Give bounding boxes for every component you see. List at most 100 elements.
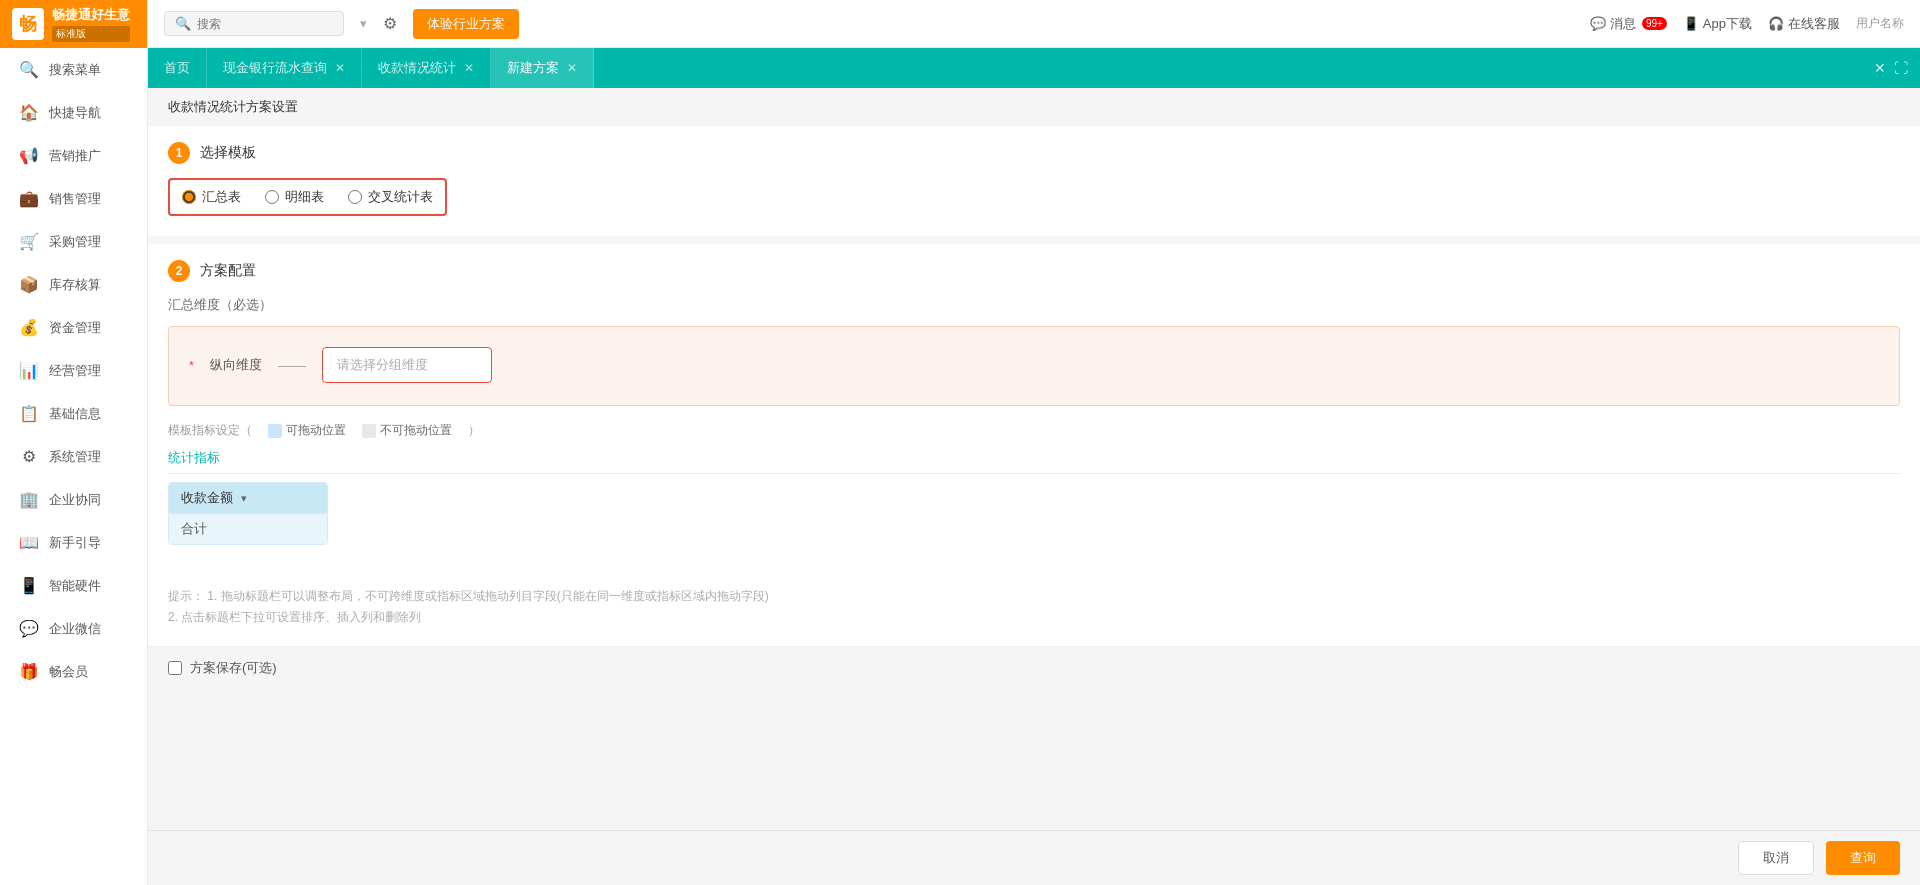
system-icon: ⚙ bbox=[19, 447, 39, 466]
radio-detail[interactable] bbox=[265, 190, 279, 204]
close-window-btn[interactable]: ✕ bbox=[1874, 60, 1886, 76]
breadcrumb: 收款情况统计方案设置 bbox=[148, 88, 1920, 126]
indicator-subtitle: 统计指标 bbox=[168, 449, 1900, 474]
save-option-bar: 方案保存(可选) bbox=[148, 646, 1920, 689]
tab-cashflow-close[interactable]: ✕ bbox=[335, 61, 345, 75]
wechat-icon: 💬 bbox=[19, 619, 39, 638]
sidebar-label-wechat: 企业微信 bbox=[49, 620, 101, 638]
step2-circle: 2 bbox=[168, 260, 190, 282]
collab-icon: 🏢 bbox=[19, 490, 39, 509]
search-input[interactable] bbox=[197, 17, 327, 31]
dimension-row: * 纵向维度 —— 请选择分组维度 bbox=[189, 347, 1879, 383]
username-label: 用户名称 bbox=[1856, 15, 1904, 32]
sales-icon: 💼 bbox=[19, 189, 39, 208]
radio-cross[interactable] bbox=[348, 190, 362, 204]
dimension-area: * 纵向维度 —— 请选择分组维度 bbox=[168, 326, 1900, 406]
window-buttons: ✕ ⛶ bbox=[1862, 60, 1920, 76]
home-icon: 🏠 bbox=[19, 103, 39, 122]
tab-cashflow[interactable]: 现金银行流水查询 ✕ bbox=[207, 48, 362, 88]
industry-btn[interactable]: 体验行业方案 bbox=[413, 9, 519, 39]
notification-btn[interactable]: 💬 消息 99+ bbox=[1590, 15, 1667, 33]
sidebar-label-inventory: 库存核算 bbox=[49, 276, 101, 294]
main-area: 🔍 ▾ ⚙ 体验行业方案 💬 消息 99+ 📱 App下载 🎧 在线客服 用户名… bbox=[148, 0, 1920, 885]
radio-summary[interactable] bbox=[182, 190, 196, 204]
option-summary[interactable]: 汇总表 bbox=[182, 188, 241, 206]
sidebar-label-nav: 快捷导航 bbox=[49, 104, 101, 122]
marketing-icon: 📢 bbox=[19, 146, 39, 165]
settings-button[interactable]: ⚙ bbox=[383, 14, 397, 33]
sidebar-item-collab[interactable]: 🏢 企业协同 bbox=[0, 478, 147, 521]
tips-section: 提示： 1. 拖动标题栏可以调整布局，不可跨维度或指标区域拖动列目字段(只能在同… bbox=[168, 588, 1900, 626]
template-options: 汇总表 明细表 交叉统计表 bbox=[168, 178, 447, 216]
sidebar-item-finance[interactable]: 💰 资金管理 bbox=[0, 306, 147, 349]
indicator-section: 模板指标设定（ 可拖动位置 不可拖动位置 ） 统计指标 收款金额 bbox=[168, 422, 1900, 548]
indicator-table-header[interactable]: 收款金额 ▾ bbox=[169, 483, 327, 513]
query-button[interactable]: 查询 bbox=[1826, 841, 1900, 875]
draggable-color-block bbox=[268, 424, 282, 438]
hardware-icon: 📱 bbox=[19, 576, 39, 595]
sidebar-item-marketing[interactable]: 📢 营销推广 bbox=[0, 134, 147, 177]
chevron-down-icon[interactable]: ▾ bbox=[360, 16, 367, 31]
sidebar-item-member[interactable]: 🎁 畅会员 bbox=[0, 650, 147, 693]
non-draggable-badge: 不可拖动位置 bbox=[362, 422, 452, 439]
draggable-badge: 可拖动位置 bbox=[268, 422, 346, 439]
chevron-down-icon: ▾ bbox=[241, 492, 247, 505]
sidebar-item-basic[interactable]: 📋 基础信息 bbox=[0, 392, 147, 435]
tab-new-plan-close[interactable]: ✕ bbox=[567, 61, 577, 75]
step2-section: 2 方案配置 汇总维度（必选） * 纵向维度 —— 请选择分组维度 bbox=[148, 244, 1920, 646]
notification-badge: 99+ bbox=[1642, 17, 1667, 30]
download-icon: 📱 bbox=[1683, 16, 1699, 31]
tip-line-1: 提示： 1. 拖动标题栏可以调整布局，不可跨维度或指标区域拖动列目字段(只能在同… bbox=[168, 588, 1900, 605]
search-icon: 🔍 bbox=[19, 60, 39, 79]
indicator-config-label: 模板指标设定（ bbox=[168, 422, 252, 439]
sidebar-item-nav[interactable]: 🏠 快捷导航 bbox=[0, 91, 147, 134]
service-btn[interactable]: 🎧 在线客服 bbox=[1768, 15, 1840, 33]
tab-receipt[interactable]: 收款情况统计 ✕ bbox=[362, 48, 491, 88]
sidebar-label-operation: 经营管理 bbox=[49, 362, 101, 380]
basic-icon: 📋 bbox=[19, 404, 39, 423]
download-btn[interactable]: 📱 App下载 bbox=[1683, 15, 1752, 33]
sidebar-item-purchase[interactable]: 🛒 采购管理 bbox=[0, 220, 147, 263]
option-cross[interactable]: 交叉统计表 bbox=[348, 188, 433, 206]
logo-icon: 畅 bbox=[12, 8, 44, 40]
sidebar-label-system: 系统管理 bbox=[49, 448, 101, 466]
sidebar-label-sales: 销售管理 bbox=[49, 190, 101, 208]
tab-receipt-label: 收款情况统计 bbox=[378, 59, 456, 77]
cancel-button[interactable]: 取消 bbox=[1738, 841, 1814, 875]
dimension-input[interactable]: 请选择分组维度 bbox=[322, 347, 492, 383]
sidebar-item-system[interactable]: ⚙ 系统管理 bbox=[0, 435, 147, 478]
tabbar: 首页 现金银行流水查询 ✕ 收款情况统计 ✕ 新建方案 ✕ ✕ ⛶ bbox=[148, 48, 1920, 88]
search-icon-topbar: 🔍 bbox=[175, 16, 191, 31]
indicator-table-cell: 合计 bbox=[169, 513, 327, 544]
arrow-right: —— bbox=[278, 357, 306, 373]
finance-icon: 💰 bbox=[19, 318, 39, 337]
sidebar-label-member: 畅会员 bbox=[49, 663, 88, 681]
sidebar-item-hardware[interactable]: 📱 智能硬件 bbox=[0, 564, 147, 607]
sidebar-item-inventory[interactable]: 📦 库存核算 bbox=[0, 263, 147, 306]
step1-title: 选择模板 bbox=[200, 144, 256, 162]
tab-home[interactable]: 首页 bbox=[148, 48, 207, 88]
step1-label: 1 选择模板 bbox=[168, 142, 1900, 164]
sidebar-item-search[interactable]: 🔍 搜索菜单 bbox=[0, 48, 147, 91]
save-checkbox[interactable] bbox=[168, 661, 182, 675]
sidebar-label-finance: 资金管理 bbox=[49, 319, 101, 337]
step1-section: 1 选择模板 汇总表 明细表 交叉统计表 bbox=[148, 126, 1920, 236]
sidebar-label-hardware: 智能硬件 bbox=[49, 577, 101, 595]
message-icon: 💬 bbox=[1590, 16, 1606, 31]
app-logo: 畅 畅捷通好生意 标准版 bbox=[0, 0, 147, 48]
tab-new-plan[interactable]: 新建方案 ✕ bbox=[491, 48, 594, 88]
service-icon: 🎧 bbox=[1768, 16, 1784, 31]
tab-cashflow-label: 现金银行流水查询 bbox=[223, 59, 327, 77]
search-box[interactable]: 🔍 bbox=[164, 11, 344, 36]
sidebar: 畅 畅捷通好生意 标准版 🔍 搜索菜单 🏠 快捷导航 📢 营销推广 💼 销售管理… bbox=[0, 0, 148, 885]
tab-receipt-close[interactable]: ✕ bbox=[464, 61, 474, 75]
option-detail[interactable]: 明细表 bbox=[265, 188, 324, 206]
sidebar-item-sales[interactable]: 💼 销售管理 bbox=[0, 177, 147, 220]
sidebar-item-guide[interactable]: 📖 新手引导 bbox=[0, 521, 147, 564]
sidebar-item-wechat[interactable]: 💬 企业微信 bbox=[0, 607, 147, 650]
dimension-section-label: 汇总维度（必选） bbox=[168, 296, 1900, 314]
maximize-window-btn[interactable]: ⛶ bbox=[1894, 60, 1908, 76]
sidebar-item-operation[interactable]: 📊 经营管理 bbox=[0, 349, 147, 392]
tip-line-2: 2. 点击标题栏下拉可设置排序、插入列和删除列 bbox=[168, 609, 1900, 626]
sidebar-label-collab: 企业协同 bbox=[49, 491, 101, 509]
